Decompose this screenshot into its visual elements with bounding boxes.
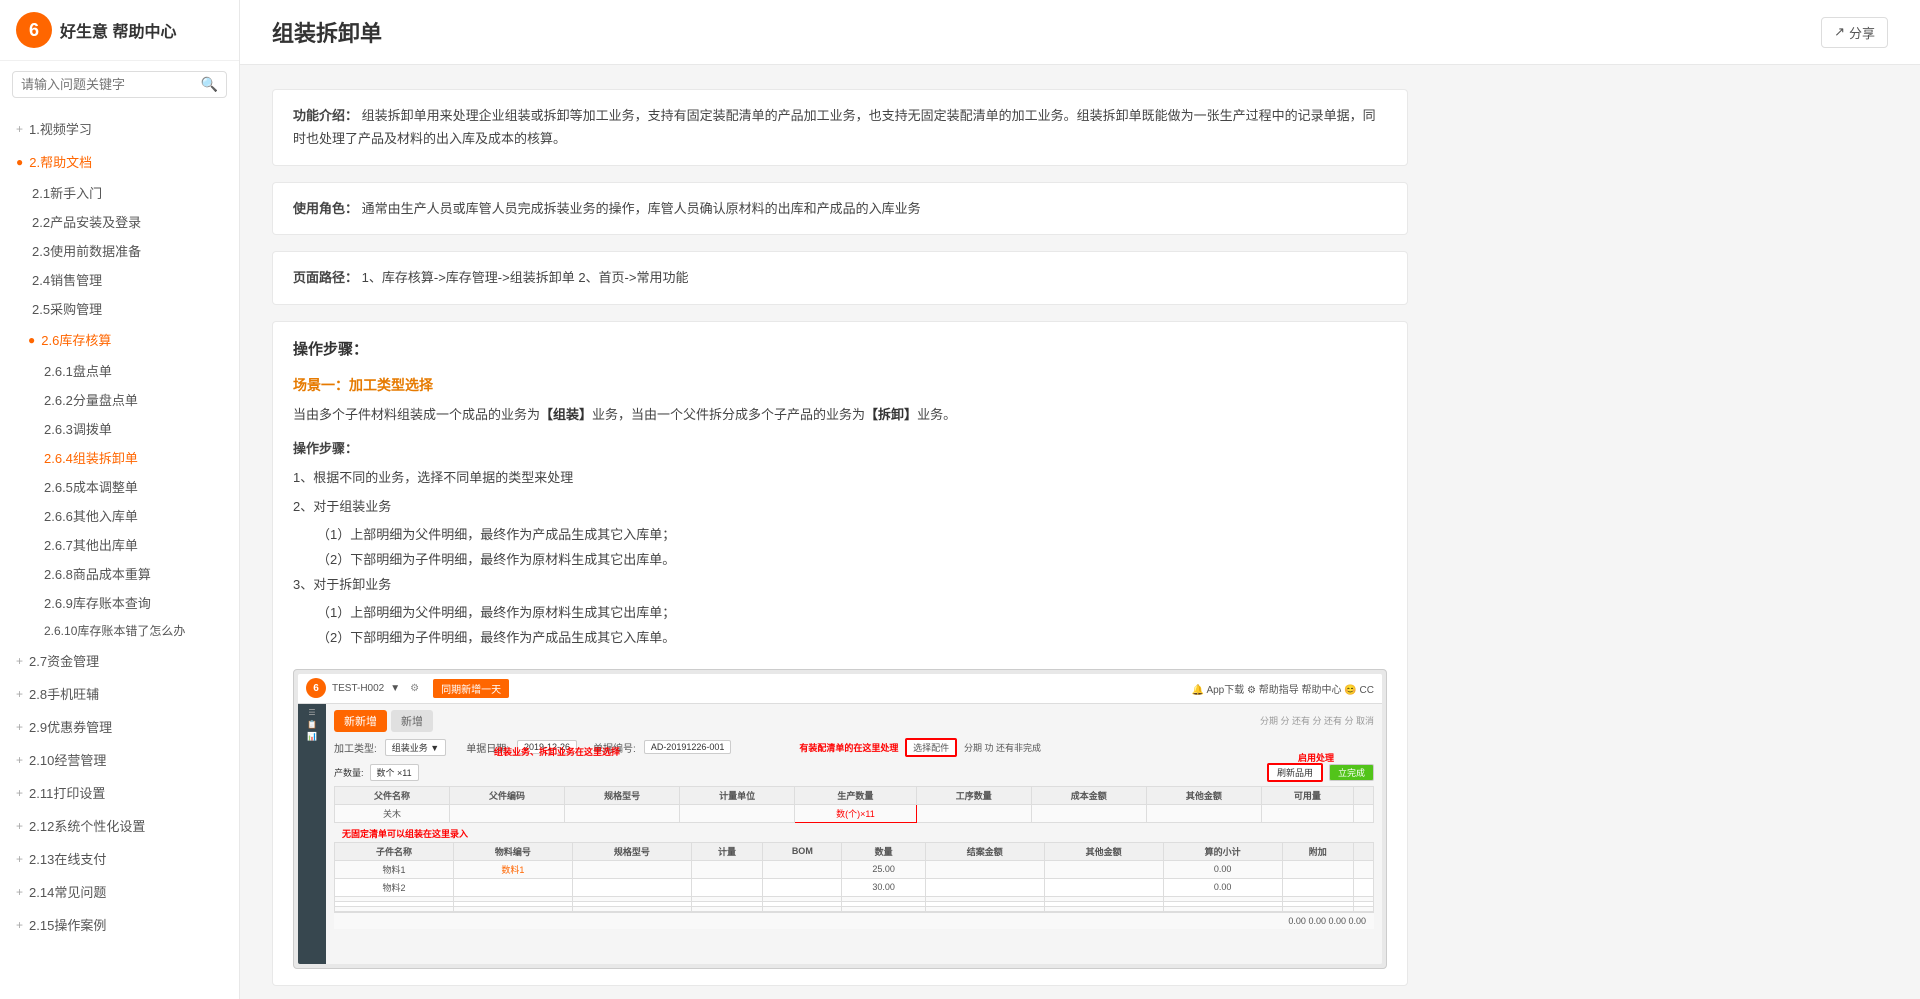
sidebar-item-inv-query[interactable]: 2.6.9库存账本查询 <box>0 588 239 617</box>
sidebar: 6 好生意 帮助中心 🔍 + 1.视频学习 ● 2.帮助文档 2.1新手入门 2… <box>0 0 240 999</box>
step2-2: （2）下部明细为子件明细，最终作为原材料生成其它出库单。 <box>293 548 1387 573</box>
mock-annot3: 启用处理 <box>1298 751 1334 764</box>
sidebar-item-other-in[interactable]: 2.6.6其他入库单 <box>0 501 239 530</box>
sidebar-item-video[interactable]: + 1.视频学习 <box>0 112 239 145</box>
table-row: 关木 数(个)×11 <box>335 804 1374 822</box>
mock-num-input: AD-20191226-001 <box>644 740 732 754</box>
step1: 1、根据不同的业务，选择不同单据的类型来处理 <box>293 466 1387 491</box>
screenshot: 6 TEST-H002 ▼ ⚙ 同期新增一天 🔔 App下载 ⚙ 帮助指导 帮助… <box>298 674 1382 964</box>
scene1-desc: 当由多个子件材料组装成一个成品的业务为【组装】业务，当由一个父件拆分成多个子产品… <box>293 403 1387 428</box>
collapse-icon: ● <box>16 155 23 169</box>
logo-icon: 6 <box>16 12 52 48</box>
mock-enable-input: 刷新品用 <box>1267 763 1323 782</box>
ops-steps-label: 操作步骤： <box>293 437 1387 462</box>
mock-child-table: 子件名称 物料编号 规格型号 计量 BOM 数量 结案金额 其他金额 算的小计 <box>334 842 1374 912</box>
ops-label: 操作步骤： <box>293 338 1387 359</box>
mock-type-select: 组装业务 ▼ <box>385 739 446 756</box>
mock-select-btn: 选择配件 <box>905 738 957 757</box>
path-block: 页面路径： 1、库存核算->库存管理->组装拆卸单 2、首页->常用功能 <box>272 251 1408 304</box>
scene1-label: 场景一：加工类型选择 <box>293 375 1387 395</box>
screenshot-wrapper: 6 TEST-H002 ▼ ⚙ 同期新增一天 🔔 App下载 ⚙ 帮助指导 帮助… <box>293 669 1387 969</box>
role-label: 使用角色： <box>293 201 358 216</box>
search-box[interactable]: 🔍 <box>12 71 227 98</box>
sidebar-item-install[interactable]: 2.2产品安装及登录 <box>0 207 239 236</box>
mock-confirm-btn: 立完成 <box>1329 764 1374 781</box>
mock-annot4: 无固定清单可以组装在这里录入 <box>334 827 1374 840</box>
step3-1: （1）上部明细为父件明细，最终作为原材料生成其它出库单； <box>293 601 1387 626</box>
sidebar-item-data[interactable]: 2.3使用前数据准备 <box>0 236 239 265</box>
sidebar-item-split[interactable]: 2.6.2分量盘点单 <box>0 385 239 414</box>
mock-topbar-text: TEST-H002 <box>332 683 384 694</box>
path-label: 页面路径： <box>293 270 358 285</box>
share-icon: ↗ <box>1834 24 1845 40</box>
expand-icon: + <box>16 122 23 136</box>
func-intro-label: 功能介绍： <box>293 108 358 123</box>
sidebar-item-inv-error[interactable]: 2.6.10库存账本错了怎么办 <box>0 617 239 644</box>
sidebar-item-capital[interactable]: + 2.7资金管理 <box>0 644 239 677</box>
sidebar-item-mgmt[interactable]: + 2.10经营管理 <box>0 743 239 776</box>
sidebar-item-count[interactable]: 2.6.1盘点单 <box>0 356 239 385</box>
mock-footer: 0.00 0.00 0.00 0.00 <box>334 912 1374 929</box>
main-content: 组装拆卸单 ↗ 分享 功能介绍： 组装拆卸单用来处理企业组装或拆卸等加工业务，支… <box>240 0 1920 999</box>
sidebar-item-inventory[interactable]: ● 2.6库存核算 <box>0 323 239 356</box>
table-row: 物料1 数料1 25.00 0.00 <box>335 860 1374 878</box>
sidebar-item-new[interactable]: 2.1新手入门 <box>0 178 239 207</box>
sidebar-item-faq[interactable]: + 2.14常见问题 <box>0 875 239 908</box>
sidebar-item-custom[interactable]: + 2.12系统个性化设置 <box>0 809 239 842</box>
path-text: 1、库存核算->库存管理->组装拆卸单 2、首页->常用功能 <box>362 270 689 285</box>
inventory-collapse-icon: ● <box>28 333 35 347</box>
mock-annot-area1: 有装配清单的在这里处理 选择配件 分期 功 还有非完成 <box>799 738 1041 757</box>
mock-form-row1: 加工类型: 组装业务 ▼ 单据日期: 2019-12-26 单据编号: AD-2… <box>334 738 1374 757</box>
step2: 2、对于组装业务 <box>293 495 1387 520</box>
table-row: 物料2 30.00 0.00 <box>335 878 1374 896</box>
sidebar-item-docs[interactable]: ● 2.帮助文档 <box>0 145 239 178</box>
func-intro-text: 组装拆卸单用来处理企业组装或拆卸等加工业务，支持有固定装配清单的产品加工业务，也… <box>293 108 1376 146</box>
sidebar-item-online-pay[interactable]: + 2.13在线支付 <box>0 842 239 875</box>
role-block: 使用角色： 通常由生产人员或库管人员完成拆装业务的操作，库管人员确认原材料的出库… <box>272 182 1408 235</box>
mock-parent-table: 父件名称 父件编码 规格型号 计量单位 生产数量 工序数量 成本金额 其他金额 <box>334 786 1374 823</box>
content-area: 功能介绍： 组装拆卸单用来处理企业组装或拆卸等加工业务，支持有固定装配清单的产品… <box>240 65 1440 999</box>
table-row <box>335 906 1374 911</box>
func-intro-block: 功能介绍： 组装拆卸单用来处理企业组装或拆卸等加工业务，支持有固定装配清单的产品… <box>272 89 1408 166</box>
step3: 3、对于拆卸业务 <box>293 573 1387 598</box>
sidebar-item-dispatch[interactable]: 2.6.3调拨单 <box>0 414 239 443</box>
sidebar-item-cost-calc[interactable]: 2.6.8商品成本重算 <box>0 559 239 588</box>
main-header: 组装拆卸单 ↗ 分享 <box>240 0 1920 65</box>
sidebar-item-cost[interactable]: 2.6.5成本调整单 <box>0 472 239 501</box>
step2-1: （1）上部明细为父件明细，最终作为产成品生成其它入库单； <box>293 523 1387 548</box>
sidebar-item-cases[interactable]: + 2.15操作案例 <box>0 908 239 941</box>
sidebar-item-other-out[interactable]: 2.6.7其他出库单 <box>0 530 239 559</box>
sidebar-item-sales[interactable]: 2.4销售管理 <box>0 265 239 294</box>
mock-annot1: 有装配清单的在这里处理 <box>799 743 898 753</box>
sidebar-item-assembly[interactable]: 2.6.4组装拆卸单 <box>0 443 239 472</box>
sidebar-header: 6 好生意 帮助中心 <box>0 0 239 61</box>
mock-tab-inactive: 新增 <box>391 710 433 732</box>
brand-name: 好生意 帮助中心 <box>60 18 176 42</box>
page-title: 组装拆卸单 <box>272 16 382 48</box>
step3-2: （2）下部明细为子件明细，最终作为产成品生成其它入库单。 <box>293 626 1387 651</box>
mock-side-icon1: ☰ <box>308 708 315 717</box>
mock-form-row2: 产数量: 数个 ×11 组装业务、拆卸业务在这里选择 启用处理 刷新品用 立完成 <box>334 763 1374 782</box>
mock-tab-active: 新新增 <box>334 710 387 732</box>
sidebar-item-coupon[interactable]: + 2.9优惠券管理 <box>0 710 239 743</box>
mock-annot2: 组装业务、拆卸业务在这里选择 <box>494 745 620 758</box>
mock-new-btn: 同期新增一天 <box>433 679 509 698</box>
search-input[interactable] <box>21 77 201 92</box>
share-button[interactable]: ↗ 分享 <box>1821 17 1888 48</box>
sidebar-item-purchase[interactable]: 2.5采购管理 <box>0 294 239 323</box>
nav-tree: + 1.视频学习 ● 2.帮助文档 2.1新手入门 2.2产品安装及登录 2.3… <box>0 108 239 945</box>
sidebar-item-mobile[interactable]: + 2.8手机旺辅 <box>0 677 239 710</box>
role-text: 通常由生产人员或库管人员完成拆装业务的操作，库管人员确认原材料的出库和产成品的入… <box>362 201 921 216</box>
mock-side-icon3: 📊 <box>307 732 317 741</box>
mock-side-icon2: 📋 <box>307 720 317 729</box>
search-icon: 🔍 <box>201 76 218 93</box>
sidebar-item-print[interactable]: + 2.11打印设置 <box>0 776 239 809</box>
mock-logo: 6 <box>306 678 326 698</box>
